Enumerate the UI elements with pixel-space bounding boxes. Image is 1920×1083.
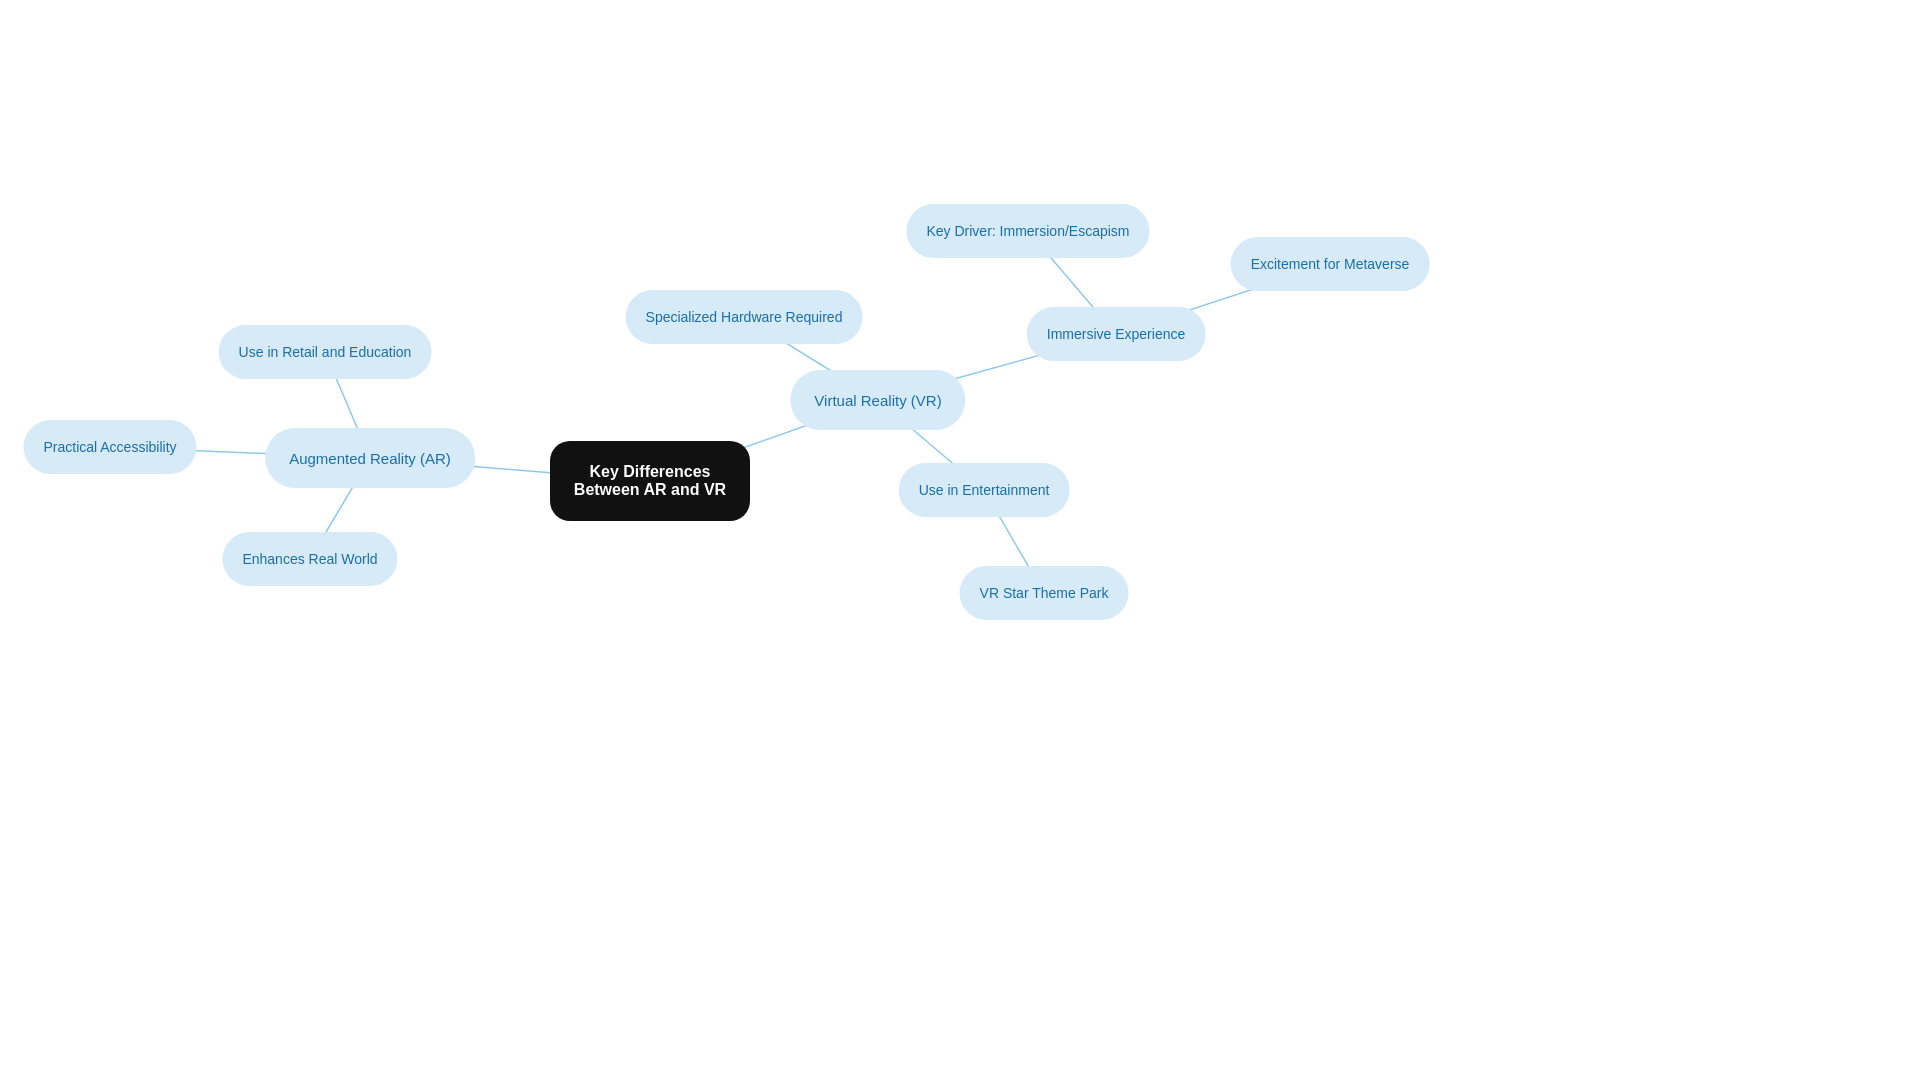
node-enhances[interactable]: Enhances Real World [222, 532, 397, 586]
node-vr_star[interactable]: VR Star Theme Park [960, 566, 1129, 620]
node-ar[interactable]: Augmented Reality (AR) [265, 428, 475, 488]
node-practical[interactable]: Practical Accessibility [23, 420, 196, 474]
node-specialized[interactable]: Specialized Hardware Required [626, 290, 863, 344]
mindmap-canvas: Key Differences Between AR and VR Augment… [0, 0, 1920, 1083]
node-retail[interactable]: Use in Retail and Education [219, 325, 432, 379]
node-immersive_exp[interactable]: Immersive Experience [1027, 307, 1206, 361]
node-center[interactable]: Key Differences Between AR and VR [550, 441, 750, 521]
node-excitement[interactable]: Excitement for Metaverse [1231, 237, 1430, 291]
node-vr[interactable]: Virtual Reality (VR) [790, 370, 965, 430]
node-entertainment[interactable]: Use in Entertainment [899, 463, 1070, 517]
node-key_driver[interactable]: Key Driver: Immersion/Escapism [906, 204, 1149, 258]
